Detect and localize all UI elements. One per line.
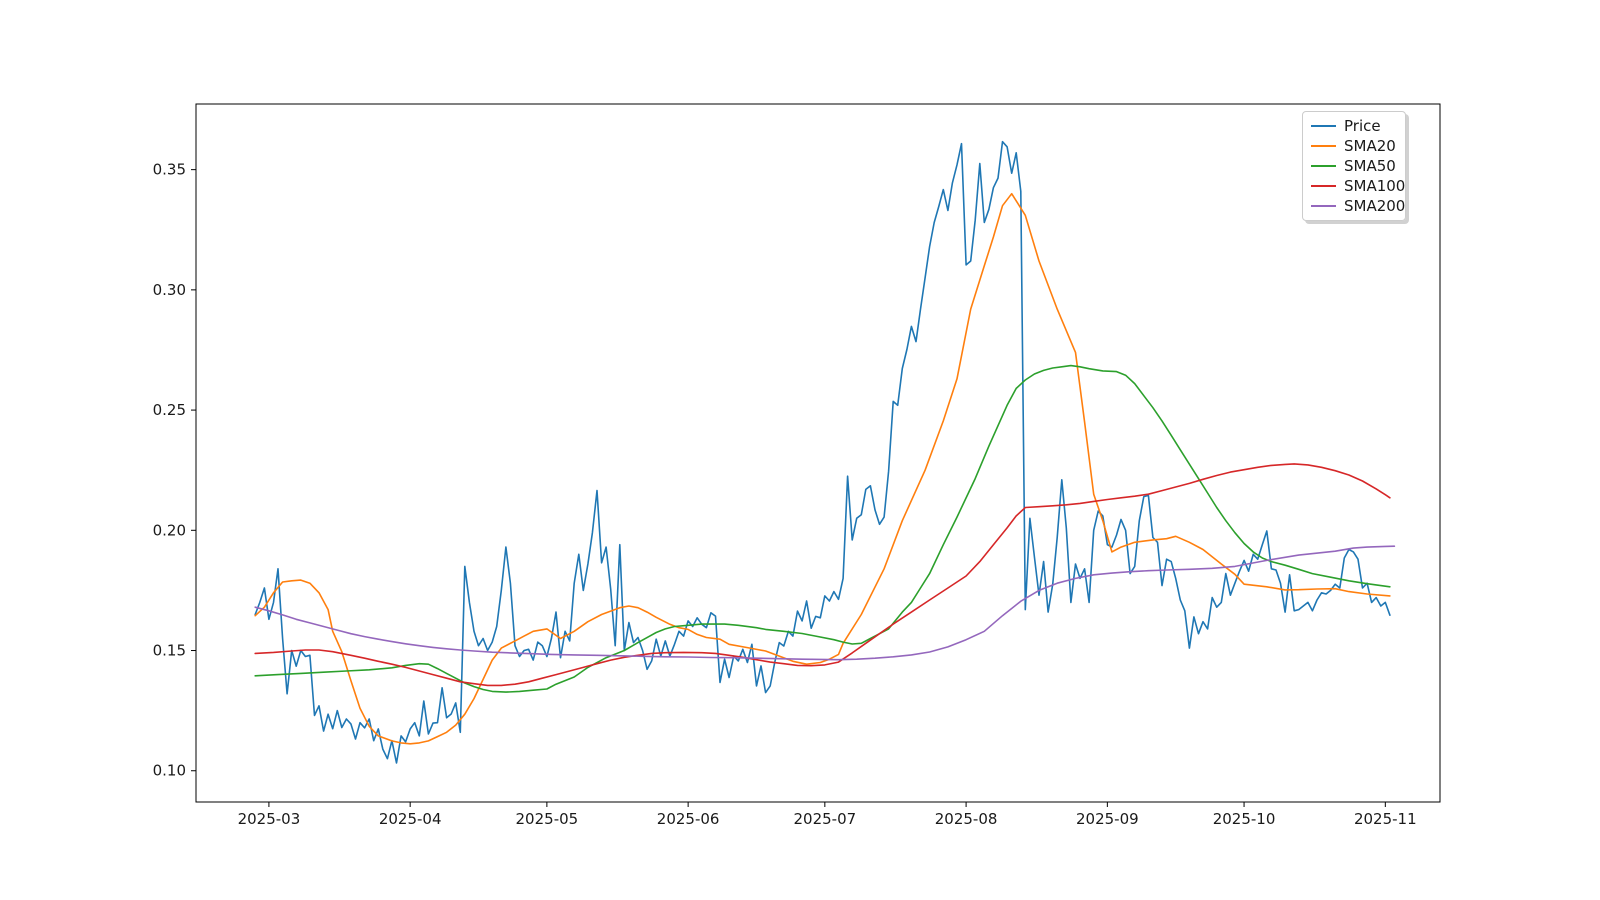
y-tick-label: 0.20 (153, 521, 186, 539)
x-tick-label: 2025-07 (793, 810, 856, 828)
legend-item-sma100: SMA100 (1311, 178, 1405, 194)
y-tick-label: 0.25 (153, 401, 186, 419)
y-tick-label: 0.15 (153, 642, 186, 660)
legend-item-sma20: SMA20 (1311, 138, 1397, 154)
y-tick-label: 0.35 (153, 161, 186, 179)
x-tick-label: 2025-11 (1354, 810, 1417, 828)
x-tick-label: 2025-10 (1213, 810, 1276, 828)
series-line-sma20 (254, 192, 1391, 745)
legend-item-sma200: SMA200 (1311, 198, 1405, 214)
legend-line-swatch-sma50 (1311, 165, 1336, 167)
legend-label-price: Price (1344, 117, 1381, 135)
axes-spines (195, 103, 1441, 803)
legend-line-swatch-sma100 (1311, 185, 1336, 187)
legend-item-sma50: SMA50 (1311, 158, 1397, 174)
legend-label-sma200: SMA200 (1344, 197, 1406, 215)
legend-label-sma100: SMA100 (1344, 177, 1406, 195)
y-tick-label: 0.30 (153, 281, 186, 299)
legend-line-swatch-sma20 (1311, 145, 1336, 147)
legend-label-sma20: SMA20 (1344, 137, 1396, 155)
legend-line-swatch-price (1311, 125, 1336, 127)
figure-canvas: 2025-03 2025-04 2025-05 2025-06 2025-07 2025-… (0, 0, 1600, 900)
legend-box: Price SMA20 SMA50 SMA100 SMA200 (1302, 111, 1406, 221)
x-tick-label: 2025-04 (379, 810, 442, 828)
x-tick-label: 2025-05 (516, 810, 579, 828)
x-tick-label: 2025-06 (657, 810, 720, 828)
series-line-price (254, 140, 1391, 764)
series-line-sma100 (254, 463, 1391, 687)
y-tick-label: 0.10 (153, 762, 186, 780)
legend-item-price: Price (1311, 118, 1397, 134)
legend-label-sma50: SMA50 (1344, 157, 1396, 175)
series-line-sma50 (254, 364, 1391, 693)
series-line-sma200 (254, 545, 1396, 661)
x-tick-label: 2025-03 (238, 810, 301, 828)
x-tick-label: 2025-09 (1076, 810, 1139, 828)
legend-line-swatch-sma200 (1311, 205, 1336, 207)
x-tick-label: 2025-08 (935, 810, 998, 828)
